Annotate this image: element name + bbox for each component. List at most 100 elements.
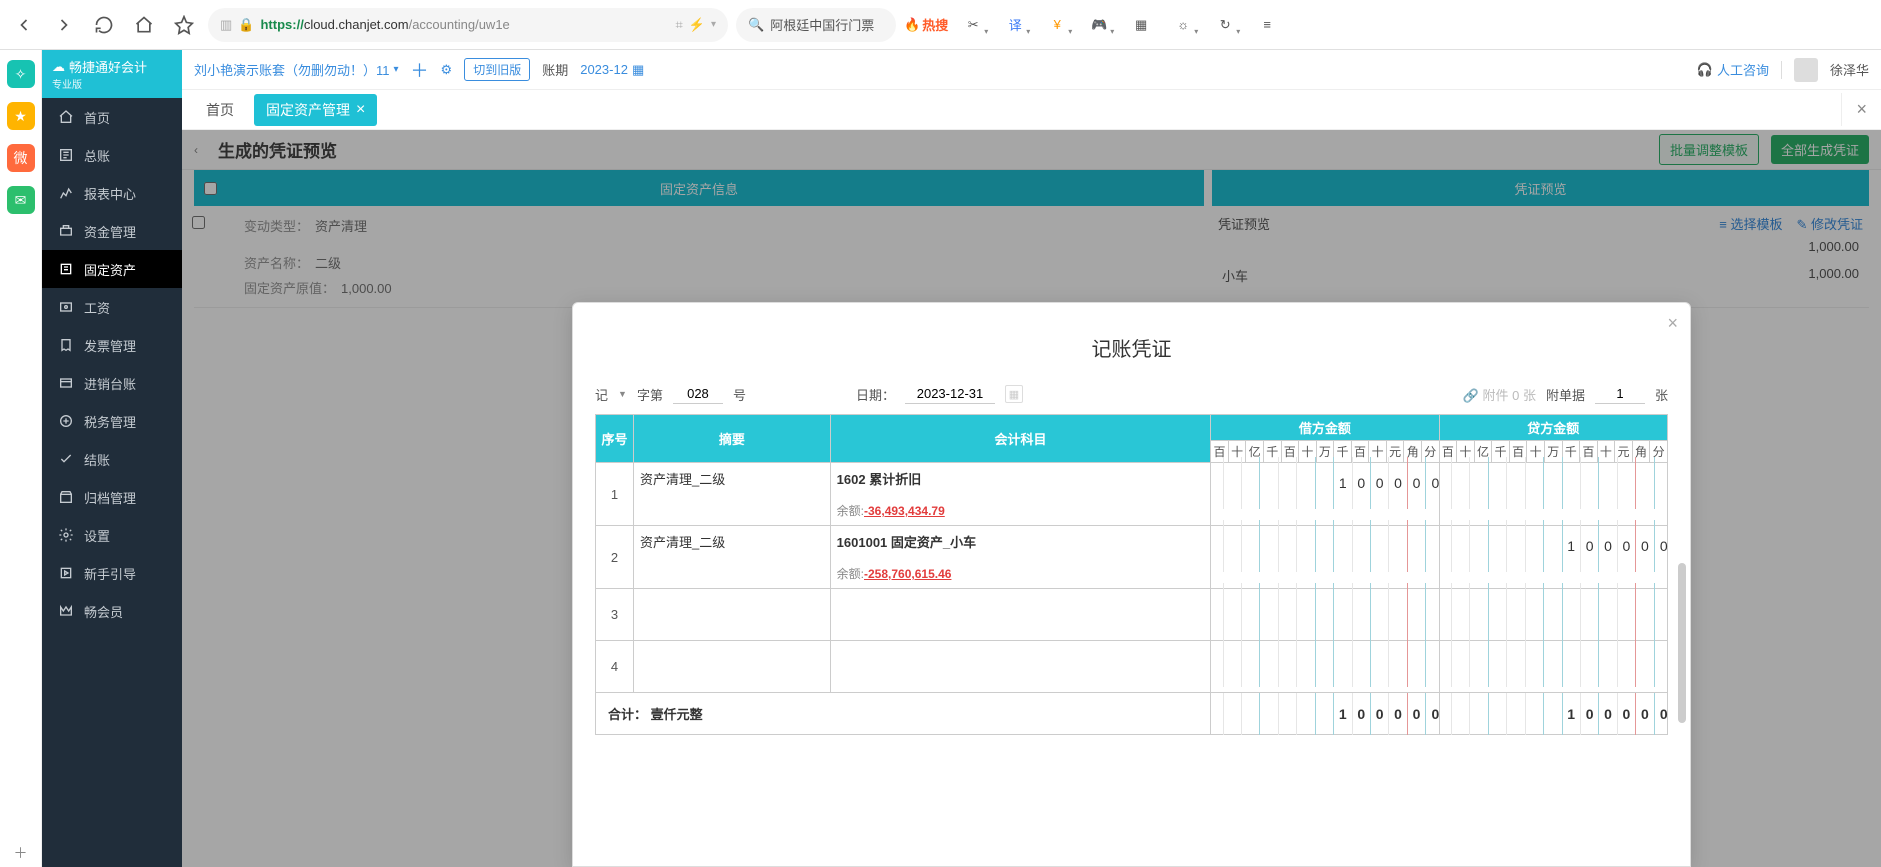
os-app-1[interactable]: ✧	[7, 60, 35, 88]
app-sidebar: ☁畅捷通好会计 专业版 首页 总账 报表中心 资金管理 固定资产 工资 发票管理…	[42, 50, 182, 867]
game-icon[interactable]: 🎮▾	[1082, 8, 1116, 42]
slip-count-input[interactable]	[1595, 384, 1645, 404]
chevron-down-icon[interactable]: ▼	[618, 389, 627, 399]
sidebar-item-settings[interactable]: 设置	[42, 516, 182, 554]
row-subject[interactable]	[830, 589, 1211, 641]
row-summary[interactable]	[634, 641, 831, 693]
digit-cell	[1260, 635, 1278, 687]
sidebar-item-tax[interactable]: 税务管理	[42, 402, 182, 440]
date-input[interactable]	[905, 384, 995, 404]
table-row[interactable]: 4	[596, 641, 1668, 693]
voucher-number-input[interactable]	[673, 384, 723, 404]
modal-title: 记账凭证	[573, 303, 1690, 380]
flash-icon[interactable]: ⚡	[689, 17, 705, 33]
table-row[interactable]: 3	[596, 589, 1668, 641]
apps-icon[interactable]: ▦	[1124, 8, 1158, 42]
prefix-label: 记	[595, 385, 608, 404]
sidebar-item-archive[interactable]: 归档管理	[42, 478, 182, 516]
back-button[interactable]	[8, 9, 40, 41]
row-subject[interactable]	[830, 641, 1211, 693]
credit-cells[interactable]: 100000	[1439, 526, 1667, 589]
sidebar-item-closing[interactable]: 结账	[42, 440, 182, 478]
credit-cells[interactable]	[1439, 589, 1667, 641]
reload-button[interactable]	[88, 9, 120, 41]
menu-icon[interactable]: ≡	[1250, 8, 1284, 42]
digit-cell: 0	[1618, 693, 1636, 735]
digit-cell	[1636, 457, 1654, 509]
debit-cells[interactable]	[1211, 641, 1439, 693]
tab-fixed-assets[interactable]: 固定资产管理 ×	[254, 94, 377, 126]
switch-old-button[interactable]: 切到旧版	[464, 58, 530, 81]
forward-button[interactable]	[48, 9, 80, 41]
sidebar-item-home[interactable]: 首页	[42, 98, 182, 136]
wallet-icon[interactable]: ¥▾	[1040, 8, 1074, 42]
os-add-app[interactable]: ＋	[7, 839, 35, 867]
sidebar-item-invoices[interactable]: 发票管理	[42, 326, 182, 364]
row-summary[interactable]	[634, 589, 831, 641]
tab-home[interactable]: 首页	[194, 94, 246, 126]
attachment-link[interactable]: 🔗 附件 0 张	[1463, 385, 1536, 404]
row-summary[interactable]: 资产清理_二级	[634, 463, 831, 526]
table-row[interactable]: 1资产清理_二级1602 累计折旧余额:-36,493,434.79100000	[596, 463, 1668, 526]
sidebar-item-guide[interactable]: 新手引导	[42, 554, 182, 592]
url-bar[interactable]: ▥ 🔒 https://cloud.chanjet.com/accounting…	[208, 8, 728, 42]
close-all-tabs[interactable]: ×	[1841, 93, 1881, 126]
topbar: 刘小艳演示账套（勿删勿动！）11 ▾ ＋ ⚙ 切到旧版 账期 2023-12 ▦…	[182, 50, 1881, 90]
company-selector[interactable]: 刘小艳演示账套（勿删勿动！）11 ▾	[194, 60, 399, 79]
row-subject[interactable]: 1601001 固定资产_小车余额:-258,760,615.46	[830, 526, 1211, 589]
scrollbar[interactable]	[1678, 563, 1686, 723]
history-icon[interactable]: ↻▾	[1208, 8, 1242, 42]
sidebar-item-ledger[interactable]: 总账	[42, 136, 182, 174]
row-summary[interactable]: 资产清理_二级	[634, 526, 831, 589]
digit-cell: 0	[1389, 693, 1407, 735]
sidebar-item-fixed-assets[interactable]: 固定资产	[42, 250, 182, 288]
digit-cell	[1452, 693, 1470, 735]
digit-cell	[1408, 520, 1426, 572]
hot-search-tag[interactable]: 🔥热搜	[904, 15, 948, 34]
brightness-icon[interactable]: ☼▾	[1166, 8, 1200, 42]
support-link[interactable]: 🎧 人工咨询	[1697, 60, 1769, 79]
translate-icon[interactable]: 译▾	[998, 8, 1032, 42]
digit-cell: 0	[1599, 693, 1617, 735]
digit-cell	[1618, 635, 1636, 687]
period-picker[interactable]: 2023-12 ▦	[580, 62, 644, 78]
digit-cell	[1452, 583, 1470, 635]
star-button[interactable]	[168, 9, 200, 41]
digit-cell	[1434, 520, 1452, 572]
os-app-weibo[interactable]: 微	[7, 144, 35, 172]
sidebar-item-salary[interactable]: 工资	[42, 288, 182, 326]
row-index: 4	[596, 641, 634, 693]
debit-cells[interactable]	[1211, 526, 1439, 589]
scissors-icon[interactable]: ✂▾	[956, 8, 990, 42]
digit-cell	[1452, 457, 1470, 509]
debit-cells[interactable]	[1211, 589, 1439, 641]
add-button[interactable]: ＋	[411, 57, 429, 83]
sidebar-item-inventory[interactable]: 进销台账	[42, 364, 182, 402]
calendar-icon[interactable]: ▦	[1005, 385, 1023, 403]
table-row[interactable]: 2资产清理_二级1601001 固定资产_小车余额:-258,760,615.4…	[596, 526, 1668, 589]
search-box[interactable]: 🔍 阿根廷中国行门票	[736, 8, 896, 42]
debit-cells[interactable]: 100000	[1211, 463, 1439, 526]
sidebar-item-member[interactable]: 畅会员	[42, 592, 182, 630]
gear-icon[interactable]: ⚙	[441, 62, 453, 78]
digit-cell	[1371, 635, 1389, 687]
credit-cells[interactable]	[1439, 641, 1667, 693]
os-app-mail[interactable]: ✉	[7, 186, 35, 214]
digit-cell	[1334, 583, 1352, 635]
url-dropdown-icon[interactable]: ▾	[711, 19, 716, 30]
digit-cell	[1581, 457, 1599, 509]
avatar[interactable]	[1794, 58, 1818, 82]
credit-cells[interactable]	[1439, 463, 1667, 526]
digit-cell	[1334, 635, 1352, 687]
row-subject[interactable]: 1602 累计折旧余额:-36,493,434.79	[830, 463, 1211, 526]
digit-cell: 0	[1581, 693, 1599, 735]
close-icon[interactable]: ×	[356, 102, 365, 118]
digit-cell: 0	[1408, 457, 1426, 509]
sidebar-item-reports[interactable]: 报表中心	[42, 174, 182, 212]
qr-icon[interactable]: ⌗	[675, 17, 682, 33]
sidebar-item-funds[interactable]: 资金管理	[42, 212, 182, 250]
home-button[interactable]	[128, 9, 160, 41]
close-icon[interactable]: ×	[1667, 313, 1678, 334]
os-app-2[interactable]: ★	[7, 102, 35, 130]
digit-cell	[1507, 583, 1525, 635]
